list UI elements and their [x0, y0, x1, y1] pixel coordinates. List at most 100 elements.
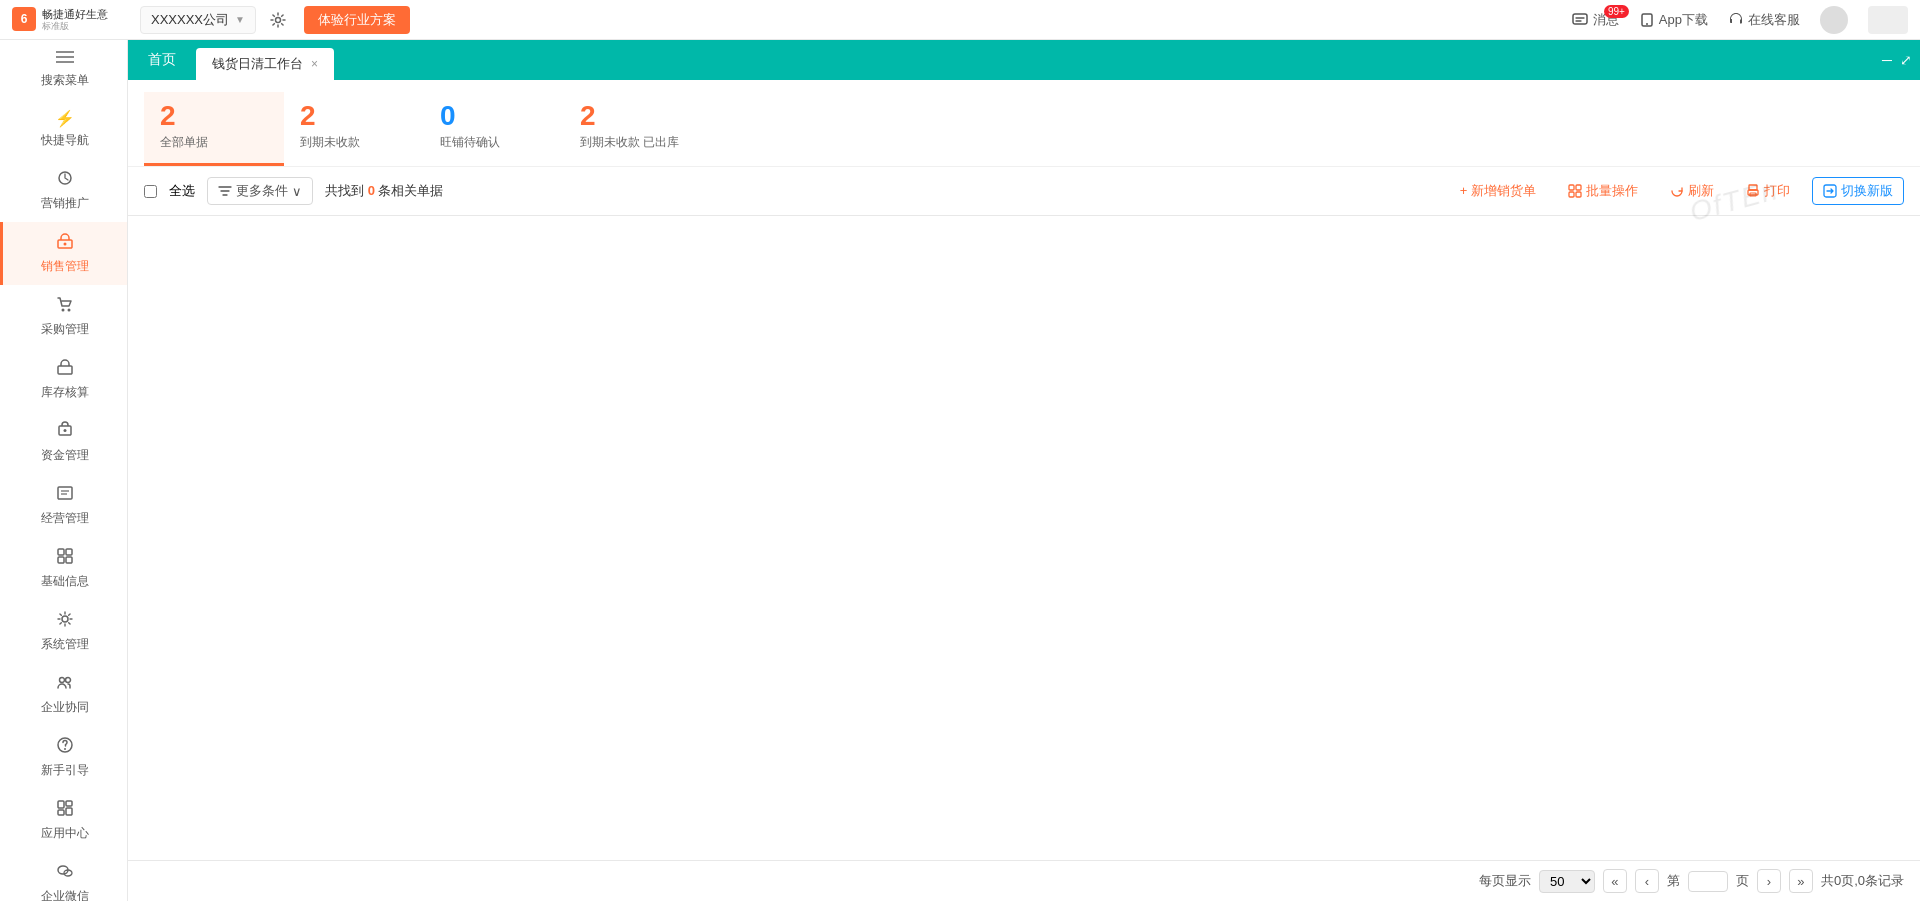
sidebar-item-app-center[interactable]: 应用中心 — [0, 789, 127, 852]
tab-expand-button[interactable]: ⤢ — [1900, 52, 1912, 68]
sidebar-item-purchase[interactable]: 采购管理 — [0, 285, 127, 348]
batch-action-button[interactable]: 批量操作 — [1558, 178, 1648, 204]
sidebar-item-marketing[interactable]: 营销推广 — [0, 159, 127, 222]
tab-close-button[interactable]: × — [311, 57, 318, 71]
company-selector[interactable]: XXXXXX公司 ▼ — [140, 6, 256, 34]
online-service-item[interactable]: 在线客服 — [1728, 11, 1800, 29]
svg-rect-20 — [66, 557, 72, 563]
quick-nav-icon: ⚡ — [55, 109, 75, 128]
content-area: 首页 钱货日清工作台 × ─ ⤢ 2 全部单据 2 到期未收款 — [128, 40, 1920, 901]
inventory-icon — [56, 358, 74, 380]
switch-new-label: 切换新版 — [1841, 182, 1893, 200]
stat-label-pending: 旺铺待确认 — [440, 134, 540, 151]
sidebar-item-wechat[interactable]: 企业微信 — [0, 852, 127, 901]
page-size-select[interactable]: 50 100 200 — [1539, 870, 1595, 893]
page-first-button[interactable]: « — [1603, 869, 1627, 893]
sidebar-item-sales[interactable]: 销售管理 — [0, 222, 127, 285]
total-text: 共0页,0条记录 — [1821, 872, 1904, 890]
svg-rect-33 — [1576, 185, 1581, 190]
stat-card-all[interactable]: 2 全部单据 — [144, 92, 284, 166]
stat-card-pending[interactable]: 0 旺铺待确认 — [424, 92, 564, 166]
filter-button[interactable]: 更多条件 ∨ — [207, 177, 313, 205]
table-area — [128, 216, 1920, 860]
add-sale-button[interactable]: + 新增销货单 — [1450, 178, 1546, 204]
page-input[interactable]: 1 — [1688, 871, 1728, 892]
sidebar-item-quick-nav[interactable]: ⚡ 快捷导航 — [0, 99, 127, 159]
sidebar-item-enterprise[interactable]: 企业协同 — [0, 663, 127, 726]
svg-point-10 — [68, 309, 71, 312]
found-count: 0 — [368, 183, 375, 198]
tab-minimize-button[interactable]: ─ — [1882, 52, 1892, 68]
marketing-icon — [56, 169, 74, 191]
sidebar-item-search-menu[interactable]: 搜索菜单 — [0, 40, 127, 99]
stat-count-overdue: 2 — [300, 100, 400, 132]
tab-bar: 首页 钱货日清工作台 × ─ ⤢ — [128, 40, 1920, 80]
tab-home[interactable]: 首页 — [128, 40, 196, 80]
stat-card-shipped[interactable]: 2 到期未收款 已出库 — [564, 92, 704, 166]
stat-card-overdue[interactable]: 2 到期未收款 — [284, 92, 424, 166]
sidebar-item-finance[interactable]: 资金管理 — [0, 411, 127, 474]
sidebar-label: 新手引导 — [41, 762, 89, 779]
page-next-button[interactable]: › — [1757, 869, 1781, 893]
sidebar-item-system[interactable]: 系统管理 — [0, 600, 127, 663]
select-all-checkbox[interactable] — [144, 185, 157, 198]
svg-point-23 — [66, 678, 71, 683]
stat-count-shipped: 2 — [580, 100, 680, 132]
company-name: XXXXXX公司 — [151, 11, 229, 29]
toolbar: 全选 更多条件 ∨ 共找到 0 条相关单据 + 新增销货单 批量操作 — [128, 166, 1920, 216]
select-all-label: 全选 — [169, 182, 195, 200]
svg-point-8 — [64, 243, 67, 246]
batch-label: 批量操作 — [1586, 182, 1638, 200]
found-text: 共找到 0 条相关单据 — [325, 182, 443, 200]
guide-icon — [56, 736, 74, 758]
svg-rect-29 — [58, 810, 64, 815]
sidebar-label: 系统管理 — [41, 636, 89, 653]
sidebar-label: 营销推广 — [41, 195, 89, 212]
sidebar-label: 基础信息 — [41, 573, 89, 590]
svg-rect-34 — [1569, 192, 1574, 197]
svg-rect-28 — [66, 801, 72, 806]
logo-area: 6 畅捷通好生意 标准版 — [12, 7, 140, 33]
system-icon — [56, 610, 74, 632]
svg-rect-26 — [58, 801, 64, 808]
sidebar-item-guide[interactable]: 新手引导 — [0, 726, 127, 789]
refresh-label: 刷新 — [1688, 182, 1714, 200]
chevron-down-icon: ▼ — [235, 14, 245, 25]
message-item[interactable]: 消息 99+ — [1571, 11, 1619, 29]
operation-icon — [56, 484, 74, 506]
stat-label-shipped: 到期未收款 已出库 — [580, 134, 680, 151]
toolbar-right: + 新增销货单 批量操作 刷新 打印 切换新版 — [1450, 177, 1904, 205]
svg-rect-27 — [66, 808, 72, 815]
svg-rect-35 — [1576, 192, 1581, 197]
page-unit: 页 — [1736, 872, 1749, 890]
print-button[interactable]: 打印 — [1736, 178, 1800, 204]
print-label: 打印 — [1764, 182, 1790, 200]
stat-label-overdue: 到期未收款 — [300, 134, 400, 151]
enterprise-icon — [56, 673, 74, 695]
sidebar-item-basic-info[interactable]: 基础信息 — [0, 537, 127, 600]
trial-button[interactable]: 体验行业方案 — [304, 6, 410, 34]
sidebar-label: 企业微信 — [41, 888, 89, 901]
settings-button[interactable] — [264, 6, 292, 34]
switch-new-button[interactable]: 切换新版 — [1812, 177, 1904, 205]
svg-point-0 — [275, 17, 280, 22]
page-content: 2 全部单据 2 到期未收款 0 旺铺待确认 2 到期未收款 已出库 — [128, 80, 1920, 901]
user-avatar[interactable] — [1820, 6, 1848, 34]
stat-label-all: 全部单据 — [160, 134, 260, 151]
page-prev-button[interactable]: ‹ — [1635, 869, 1659, 893]
app-center-icon — [56, 799, 74, 821]
sidebar-item-inventory[interactable]: 库存核算 — [0, 348, 127, 411]
sidebar-label: 经营管理 — [41, 510, 89, 527]
sidebar-label: 销售管理 — [41, 258, 89, 275]
page-last-button[interactable]: » — [1789, 869, 1813, 893]
app-download-item[interactable]: App下载 — [1639, 11, 1708, 29]
tab-active-page[interactable]: 钱货日清工作台 × — [196, 48, 334, 80]
sidebar-item-operation[interactable]: 经营管理 — [0, 474, 127, 537]
wechat-icon — [56, 862, 74, 884]
sidebar-label: 搜索菜单 — [41, 72, 89, 89]
basic-info-icon — [56, 547, 74, 569]
svg-rect-18 — [66, 549, 72, 555]
sidebar-label: 库存核算 — [41, 384, 89, 401]
svg-rect-17 — [58, 549, 64, 555]
refresh-button[interactable]: 刷新 — [1660, 178, 1724, 204]
